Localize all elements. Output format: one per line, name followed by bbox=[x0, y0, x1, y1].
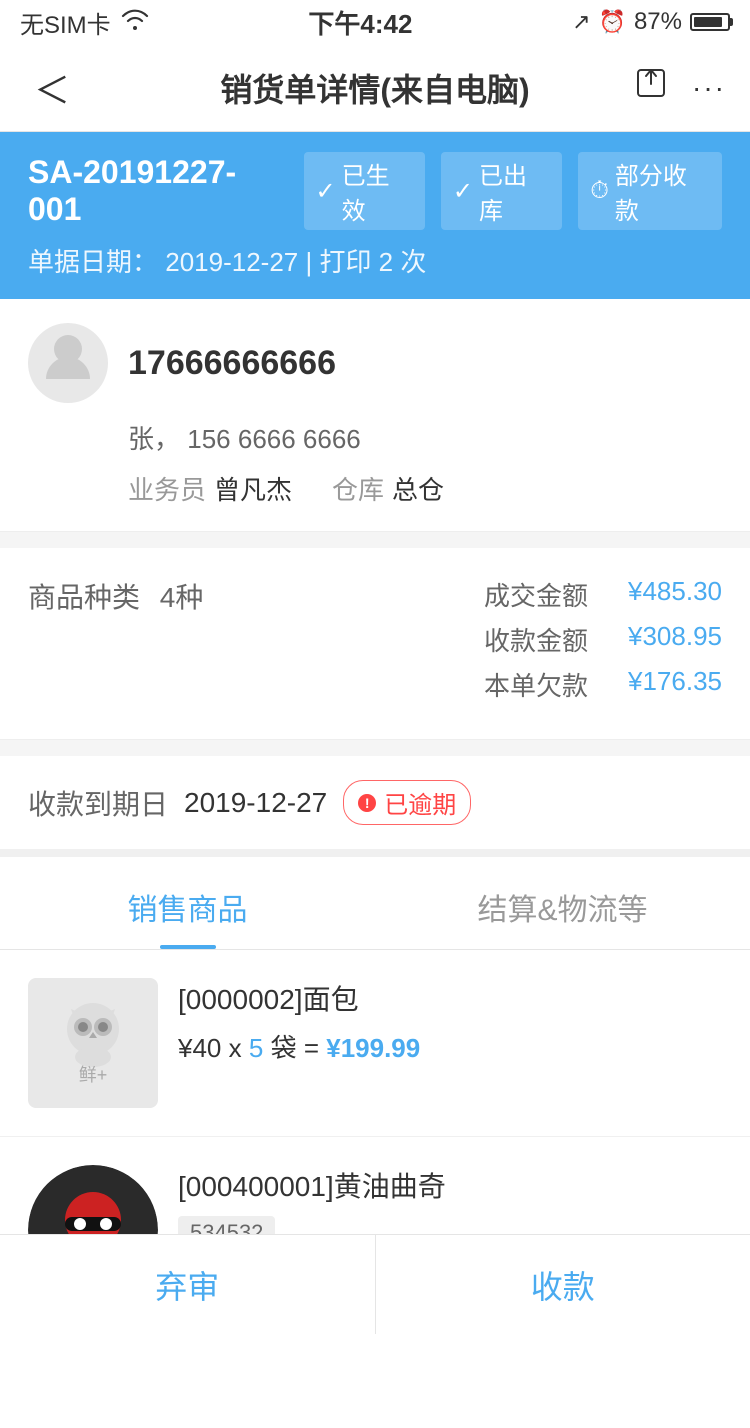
tab-section: 销售商品 结算&物流等 bbox=[0, 857, 750, 950]
date-label: 单据日期： bbox=[28, 247, 158, 277]
overdue-dot-icon: ! bbox=[358, 794, 376, 812]
due-date: 2019-12-27 bbox=[184, 787, 327, 819]
due-label: 收款到期日 bbox=[28, 783, 168, 823]
avatar-icon bbox=[38, 327, 98, 399]
product-info-1: [0000002]面包 ¥40 x 5 袋 = ¥199.99 bbox=[178, 978, 722, 1065]
status-left: 无SIM卡 bbox=[20, 5, 149, 40]
status-bar: 无SIM卡 下午4:42 ↗ ⏰ 87% bbox=[0, 0, 750, 44]
received-label: 收款金额 bbox=[484, 621, 588, 658]
product-name-2: [000400001]黄油曲奇 bbox=[178, 1165, 722, 1205]
debt-label: 本单欠款 bbox=[484, 666, 588, 703]
nav-bar: ＜ 销货单详情(来自电脑) ··· bbox=[0, 44, 750, 132]
warehouse-name: 总仓 bbox=[392, 470, 444, 507]
unit-1: 袋 bbox=[271, 1033, 297, 1063]
cancel-button[interactable]: 弃审 bbox=[0, 1235, 376, 1334]
type-count: 4种 bbox=[160, 582, 204, 613]
check-icon-1: ✓ bbox=[316, 177, 336, 206]
amount-row: 成交金额 ¥485.30 bbox=[484, 576, 722, 613]
overdue-text: 已逾期 bbox=[384, 785, 456, 820]
location-icon: ↗ bbox=[572, 9, 590, 35]
battery-percent: 87% bbox=[634, 8, 682, 36]
carrier-text: 无SIM卡 bbox=[20, 5, 111, 40]
order-date-row: 单据日期： 2019-12-27 | 打印 2 次 bbox=[28, 242, 722, 279]
received-row: 收款金额 ¥308.95 bbox=[484, 621, 722, 658]
check-icon-2: ✓ bbox=[453, 177, 473, 206]
debt-row: 本单欠款 ¥176.35 bbox=[484, 666, 722, 703]
list-item: 鲜+ [0000002]面包 ¥40 x 5 袋 = ¥199.99 bbox=[0, 950, 750, 1137]
warehouse-info: 仓库 总仓 bbox=[332, 470, 444, 507]
battery-icon bbox=[690, 13, 730, 31]
customer-row: 17666666666 bbox=[28, 323, 722, 403]
status-right: ↗ ⏰ 87% bbox=[572, 8, 730, 36]
order-id-row: SA-20191227-001 ✓ 已生效 ✓ 已出库 ⏱ 部分收款 bbox=[28, 152, 722, 230]
product-list: 鲜+ [0000002]面包 ¥40 x 5 袋 = ¥199.99 bbox=[0, 950, 750, 1428]
badge-partial: ⏱ 部分收款 bbox=[578, 152, 722, 230]
sales-name: 曾凡杰 bbox=[214, 470, 292, 507]
status-time: 下午4:42 bbox=[308, 4, 412, 41]
more-icon[interactable]: ··· bbox=[692, 72, 726, 104]
warehouse-label: 仓库 bbox=[332, 470, 384, 507]
type-label: 商品种类 bbox=[28, 582, 140, 613]
confirm-button[interactable]: 收款 bbox=[376, 1235, 750, 1334]
alarm-icon: ⏰ bbox=[599, 9, 626, 35]
badge-effective: ✓ 已生效 bbox=[304, 152, 425, 230]
product-thumbnail-1: 鲜+ bbox=[28, 978, 158, 1108]
stats-row: 商品种类 4种 成交金额 ¥485.30 收款金额 ¥308.95 本单欠款 ¥… bbox=[28, 576, 722, 711]
product-price-1: ¥40 x 5 袋 = ¥199.99 bbox=[178, 1028, 722, 1065]
tab-sales-products[interactable]: 销售商品 bbox=[0, 857, 375, 949]
customer-meta: 业务员 曾凡杰 仓库 总仓 bbox=[28, 470, 722, 507]
avatar bbox=[28, 323, 108, 403]
share-icon[interactable] bbox=[634, 66, 668, 109]
bottom-bar: 弃审 收款 bbox=[0, 1234, 750, 1334]
total-1: ¥199.99 bbox=[326, 1033, 420, 1063]
qty-1: 5 bbox=[249, 1033, 263, 1063]
due-section: 收款到期日 2019-12-27 ! 已逾期 bbox=[0, 756, 750, 857]
stats-section: 商品种类 4种 成交金额 ¥485.30 收款金额 ¥308.95 本单欠款 ¥… bbox=[0, 548, 750, 740]
order-header: SA-20191227-001 ✓ 已生效 ✓ 已出库 ⏱ 部分收款 单据日期：… bbox=[0, 132, 750, 299]
page-title: 销货单详情(来自电脑) bbox=[220, 65, 529, 111]
order-id: SA-20191227-001 bbox=[28, 154, 288, 228]
product-count: 商品种类 4种 bbox=[28, 576, 203, 616]
price-1: ¥40 bbox=[178, 1033, 221, 1063]
amounts: 成交金额 ¥485.30 收款金额 ¥308.95 本单欠款 ¥176.35 bbox=[484, 576, 722, 711]
customer-contact: 张， 156 6666 6666 bbox=[28, 419, 722, 456]
clock-icon: ⏱ bbox=[590, 177, 609, 205]
received-value: ¥308.95 bbox=[628, 621, 722, 658]
wifi-icon bbox=[121, 8, 149, 37]
tab-settlement[interactable]: 结算&物流等 bbox=[375, 857, 750, 949]
customer-name-text: 张， bbox=[128, 424, 180, 454]
badge-shipped: ✓ 已出库 bbox=[441, 152, 562, 230]
debt-value: ¥176.35 bbox=[628, 666, 722, 703]
nav-actions: ··· bbox=[634, 66, 726, 109]
sales-info: 业务员 曾凡杰 bbox=[128, 470, 292, 507]
sales-label: 业务员 bbox=[128, 470, 206, 507]
order-date: 2019-12-27 bbox=[165, 247, 298, 277]
back-button[interactable]: ＜ bbox=[24, 52, 80, 124]
customer-section: 17666666666 张， 156 6666 6666 业务员 曾凡杰 仓库 … bbox=[0, 299, 750, 532]
amount-label: 成交金额 bbox=[484, 576, 588, 613]
print-info: | 打印 2 次 bbox=[305, 247, 426, 277]
customer-phone: 17666666666 bbox=[128, 344, 336, 383]
customer-phone-num: 156 6666 6666 bbox=[187, 424, 361, 454]
amount-value: ¥485.30 bbox=[628, 576, 722, 613]
product-name-1: [0000002]面包 bbox=[178, 978, 722, 1018]
overdue-badge: ! 已逾期 bbox=[343, 780, 471, 825]
